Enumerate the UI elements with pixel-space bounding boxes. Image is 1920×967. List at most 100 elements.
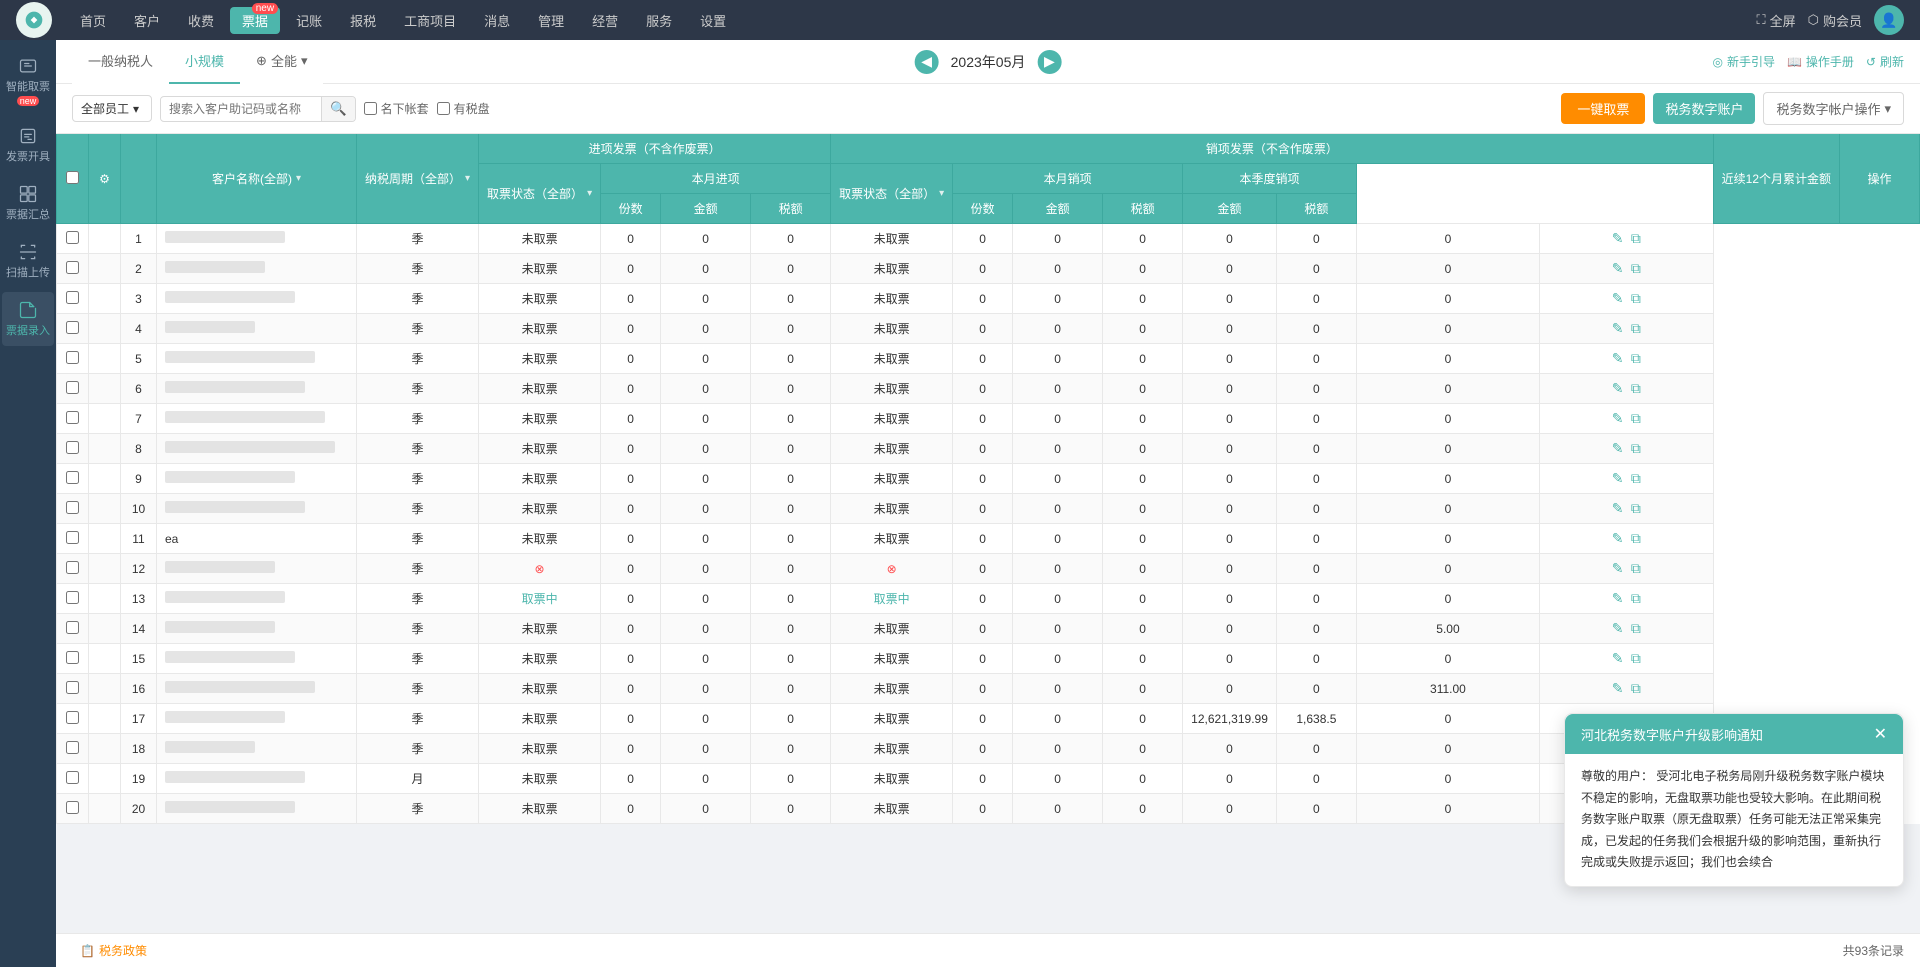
row-checkbox[interactable]: [66, 771, 79, 784]
out-fetch-filter-icon[interactable]: ▾: [939, 188, 944, 199]
edit-icon[interactable]: ✎: [1612, 410, 1624, 426]
edit-icon[interactable]: ✎: [1612, 380, 1624, 396]
row-checkbox[interactable]: [66, 681, 79, 694]
copy-icon[interactable]: ⧉: [1631, 350, 1641, 366]
edit-icon[interactable]: ✎: [1612, 680, 1624, 696]
row-checkbox[interactable]: [66, 531, 79, 544]
copy-icon[interactable]: ⧉: [1631, 560, 1641, 576]
manual-link[interactable]: 📖 操作手册: [1787, 53, 1854, 70]
search-button[interactable]: 🔍: [321, 97, 355, 121]
row-checkbox[interactable]: [66, 351, 79, 364]
row-checkbox[interactable]: [66, 591, 79, 604]
nav-tax[interactable]: 报税: [338, 7, 388, 34]
copy-icon[interactable]: ⧉: [1631, 260, 1641, 276]
row-checkbox[interactable]: [66, 471, 79, 484]
nav-business[interactable]: 工商项目: [392, 7, 468, 34]
edit-icon[interactable]: ✎: [1612, 320, 1624, 336]
row-checkbox[interactable]: [66, 621, 79, 634]
row-checkbox[interactable]: [66, 741, 79, 754]
edit-icon[interactable]: ✎: [1612, 350, 1624, 366]
edit-icon[interactable]: ✎: [1612, 500, 1624, 516]
edit-icon[interactable]: ✎: [1612, 650, 1624, 666]
nav-home[interactable]: 首页: [68, 7, 118, 34]
edit-icon[interactable]: ✎: [1612, 440, 1624, 456]
cell-in-amount: 0: [661, 734, 751, 764]
copy-icon[interactable]: ⧉: [1631, 500, 1641, 516]
edit-icon[interactable]: ✎: [1612, 230, 1624, 246]
nav-service[interactable]: 服务: [634, 7, 684, 34]
row-checkbox[interactable]: [66, 651, 79, 664]
edit-icon[interactable]: ✎: [1612, 260, 1624, 276]
copy-icon[interactable]: ⧉: [1631, 410, 1641, 426]
copy-icon[interactable]: ⧉: [1631, 320, 1641, 336]
sidebar-item-entry[interactable]: 票据录入: [2, 292, 54, 346]
copy-icon[interactable]: ⧉: [1631, 650, 1641, 666]
nav-fee[interactable]: 收费: [176, 7, 226, 34]
edit-icon[interactable]: ✎: [1612, 590, 1624, 606]
copy-icon[interactable]: ⧉: [1631, 620, 1641, 636]
copy-icon[interactable]: ⧉: [1631, 440, 1641, 456]
tab-general-taxpayer[interactable]: 一般纳税人: [72, 40, 169, 84]
row-checkbox[interactable]: [66, 261, 79, 274]
new-guide-link[interactable]: ◎ 新手引导: [1712, 53, 1775, 70]
nav-settings[interactable]: 设置: [688, 7, 738, 34]
edit-icon[interactable]: ✎: [1612, 470, 1624, 486]
fullscreen-btn[interactable]: ⛶ 全屏: [1757, 11, 1796, 30]
edit-icon[interactable]: ✎: [1612, 530, 1624, 546]
member-btn[interactable]: ⬡ 购会员: [1808, 11, 1862, 30]
copy-icon[interactable]: ⧉: [1631, 380, 1641, 396]
row-checkbox[interactable]: [66, 411, 79, 424]
tab-all-capable[interactable]: ⊕ 全能 ▾: [240, 40, 323, 84]
row-checkbox[interactable]: [66, 561, 79, 574]
sidebar-item-summary[interactable]: 票据汇总: [2, 176, 54, 230]
has-tax-disk-checkbox[interactable]: [437, 102, 450, 115]
copy-icon[interactable]: ⧉: [1631, 680, 1641, 696]
copy-icon[interactable]: ⧉: [1631, 590, 1641, 606]
date-next-btn[interactable]: ▶: [1037, 50, 1061, 74]
row-checkbox[interactable]: [66, 231, 79, 244]
row-checkbox[interactable]: [66, 291, 79, 304]
row-checkbox[interactable]: [66, 801, 79, 814]
nav-customer[interactable]: 客户: [122, 7, 172, 34]
refresh-link[interactable]: ↺ 刷新: [1866, 53, 1904, 70]
sidebar-item-smart-ticket[interactable]: 智能取票 new: [2, 48, 54, 114]
copy-icon[interactable]: ⧉: [1631, 470, 1641, 486]
row-checkbox[interactable]: [66, 711, 79, 724]
user-avatar[interactable]: 👤: [1874, 5, 1904, 35]
date-prev-btn[interactable]: ◀: [915, 50, 939, 74]
nav-operation[interactable]: 经营: [580, 7, 630, 34]
nav-ticket[interactable]: 票据 new: [230, 7, 280, 34]
checkbox-has-tax-disk[interactable]: 有税盘: [437, 100, 490, 117]
row-checkbox[interactable]: [66, 501, 79, 514]
row-checkbox[interactable]: [66, 381, 79, 394]
select-all-checkbox[interactable]: [66, 171, 79, 184]
nav-manage[interactable]: 管理: [526, 7, 576, 34]
tax-digital-ops-button[interactable]: 税务数字帐户操作 ▾: [1763, 92, 1904, 125]
employee-filter[interactable]: 全部员工 ▾: [72, 95, 152, 122]
app-logo[interactable]: [16, 2, 52, 38]
period-filter-icon[interactable]: ▾: [465, 173, 470, 184]
sidebar-item-invoice-open[interactable]: 发票开具: [2, 118, 54, 172]
copy-icon[interactable]: ⧉: [1631, 230, 1641, 246]
customer-search-input[interactable]: [161, 98, 321, 120]
edit-icon[interactable]: ✎: [1612, 620, 1624, 636]
sidebar-item-scan[interactable]: 扫描上传: [2, 234, 54, 288]
nav-bookkeeping[interactable]: 记账: [284, 7, 334, 34]
nav-message[interactable]: 消息: [472, 7, 522, 34]
notification-close-button[interactable]: ✕: [1874, 724, 1887, 744]
tax-policy-link[interactable]: 📋 税务政策: [72, 938, 155, 963]
row-checkbox[interactable]: [66, 321, 79, 334]
sub-accounts-checkbox[interactable]: [364, 102, 377, 115]
edit-icon[interactable]: ✎: [1612, 290, 1624, 306]
edit-icon[interactable]: ✎: [1612, 560, 1624, 576]
tab-small-scale[interactable]: 小规模: [169, 40, 240, 84]
settings-icon[interactable]: ⚙: [99, 172, 110, 186]
checkbox-sub-accounts[interactable]: 名下帐套: [364, 100, 429, 117]
customer-filter-icon[interactable]: ▾: [296, 173, 301, 184]
copy-icon[interactable]: ⧉: [1631, 530, 1641, 546]
one-key-ticket-button[interactable]: 一键取票: [1561, 93, 1645, 124]
row-checkbox[interactable]: [66, 441, 79, 454]
copy-icon[interactable]: ⧉: [1631, 290, 1641, 306]
in-fetch-filter-icon[interactable]: ▾: [587, 188, 592, 199]
tax-digital-account-button[interactable]: 税务数字账户: [1653, 93, 1755, 124]
